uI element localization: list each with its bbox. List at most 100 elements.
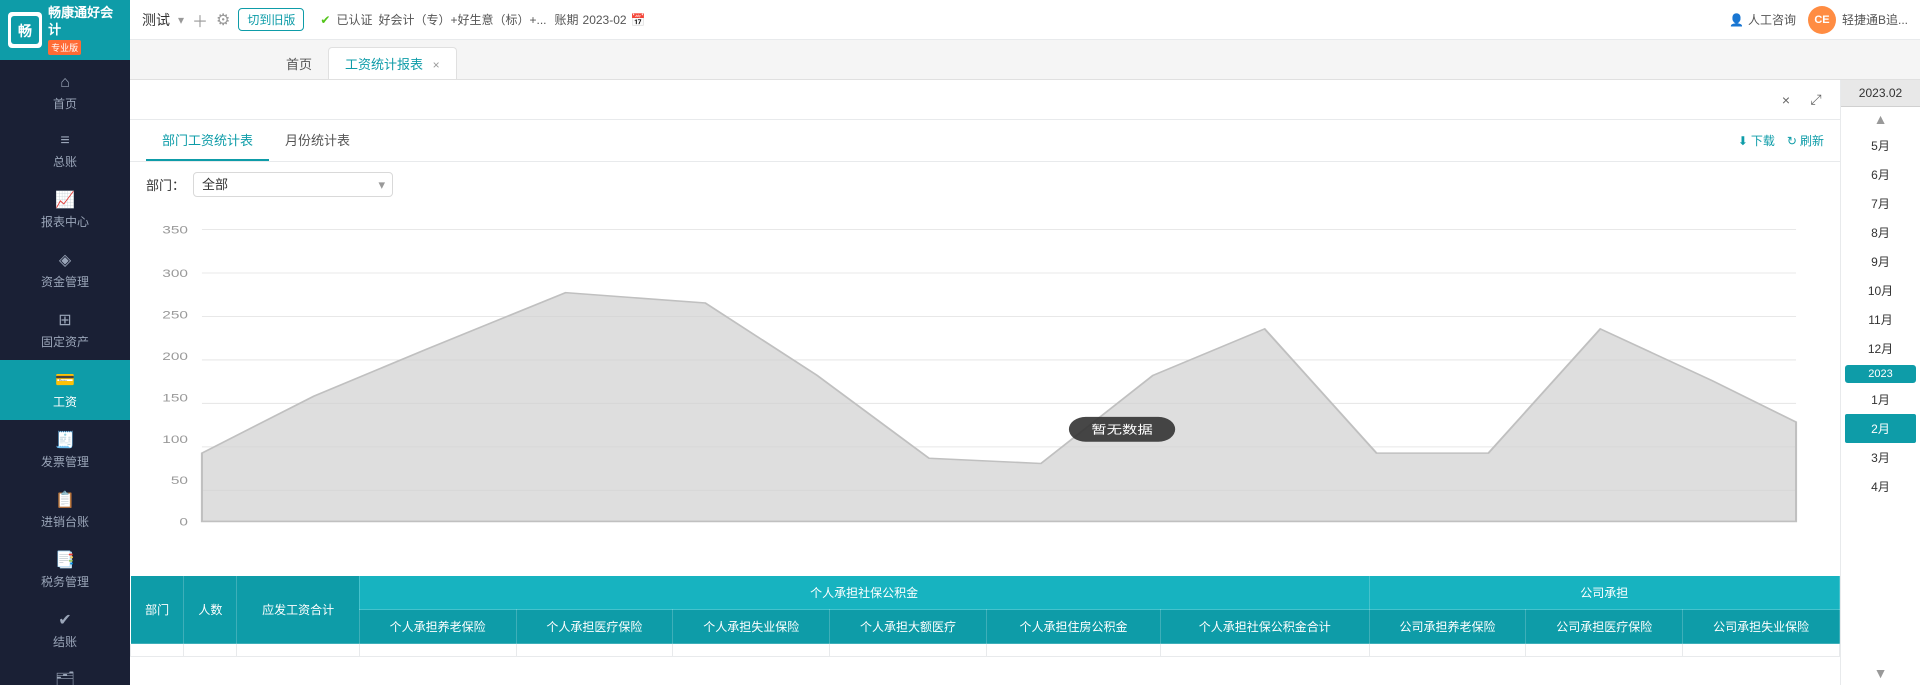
date-item-oct[interactable]: 10月	[1841, 276, 1920, 305]
invoice-icon: 🧾	[55, 430, 75, 450]
date-item-aug[interactable]: 8月	[1841, 218, 1920, 247]
svg-text:50: 50	[171, 474, 188, 487]
sub-tabs-actions: ⬇ 下载 ↻ 刷新	[1738, 132, 1824, 149]
date-item-jul[interactable]: 7月	[1841, 189, 1920, 218]
sidebar-item-sales[interactable]: 📋 进销台账	[0, 480, 130, 540]
refresh-icon: ↻	[1787, 134, 1797, 148]
date-item-mar[interactable]: 3月	[1841, 443, 1920, 472]
th-company-unemployment: 公司承担失业保险	[1683, 610, 1840, 644]
tab-home[interactable]: 首页	[270, 48, 328, 79]
table-area: 部门 人数 应发工资合计 个人承担社保公积金 公司承担 个人承担养老保险 个人承…	[130, 575, 1840, 685]
td-dept	[131, 644, 184, 657]
reports-icon: 📈	[55, 190, 75, 210]
topbar-tags: ✔ 已认证 好会计（专）+好生意（标）+...	[320, 11, 546, 28]
assets-icon: ⊞	[58, 310, 71, 330]
date-item-jun[interactable]: 6月	[1841, 160, 1920, 189]
help-label: 人工咨询	[1748, 11, 1796, 28]
table-wrapper[interactable]: 部门 人数 应发工资合计 个人承担社保公积金 公司承担 个人承担养老保险 个人承…	[130, 575, 1840, 685]
date-item-dec[interactable]: 12月	[1841, 334, 1920, 363]
sidebar-item-tax[interactable]: 📑 税务管理	[0, 540, 130, 600]
sidebar-label-settlement: 结账	[53, 633, 77, 650]
sidebar-nav: ⌂ 首页 ≡ 总账 📈 报表中心 ◈ 资金管理 ⊞ 固定资产 💳 工资	[0, 60, 130, 685]
sidebar-label-ledger: 总账	[53, 153, 77, 170]
chart-area: 350 300 250 200 150 100 50 0	[130, 207, 1840, 575]
th-personal-pension: 个人承担养老保险	[359, 610, 516, 644]
sidebar-item-salary[interactable]: 💳 工资	[0, 360, 130, 420]
tab-monthly-salary[interactable]: 月份统计表	[269, 120, 366, 161]
svg-text:250: 250	[162, 308, 188, 321]
avatar-initials: CE	[1814, 14, 1829, 26]
download-button[interactable]: ⬇ 下载	[1738, 132, 1775, 149]
th-total-salary: 应发工资合计	[237, 576, 359, 644]
svg-text:200: 200	[162, 350, 188, 363]
refresh-button[interactable]: ↻ 刷新	[1787, 132, 1824, 149]
sub-tab-bar: 部门工资统计表 月份统计表 ⬇ 下载 ↻ 刷新	[130, 120, 1840, 162]
sidebar-label-salary: 工资	[53, 393, 77, 410]
sidebar-item-reports[interactable]: 📈 报表中心	[0, 180, 130, 240]
sidebar-item-funds[interactable]: ◈ 资金管理	[0, 240, 130, 300]
salary-table: 部门 人数 应发工资合计 个人承担社保公积金 公司承担 个人承担养老保险 个人承…	[130, 575, 1840, 657]
topbar-dropdown-arrow[interactable]: ▾	[178, 13, 184, 27]
date-panel: 2023.02 ▲ 5月 6月 7月 8月 9月 10月 11月 12月 202…	[1840, 80, 1920, 685]
topbar-period: 账期 2023-02 📅	[555, 11, 646, 28]
main-area: 测试 ▾ ＋ ⚙ 切到旧版 ✔ 已认证 好会计（专）+好生意（标）+... 账期…	[130, 0, 1920, 685]
svg-text:150: 150	[162, 391, 188, 404]
date-panel-header: 2023.02	[1841, 80, 1920, 107]
sidebar-label-tax: 税务管理	[41, 573, 89, 590]
home-icon: ⌂	[60, 74, 70, 92]
user-avatar: CE	[1808, 6, 1836, 34]
sidebar-item-settlement[interactable]: ✔ 结账	[0, 600, 130, 660]
date-item-sep[interactable]: 9月	[1841, 247, 1920, 276]
help-button[interactable]: 👤 人工咨询	[1729, 11, 1796, 28]
td-company-unemployment	[1683, 644, 1840, 657]
th-personal-insurance-group: 个人承担社保公积金	[359, 576, 1369, 610]
sidebar-item-invoice[interactable]: 🧾 发票管理	[0, 420, 130, 480]
date-item-nov[interactable]: 11月	[1841, 305, 1920, 334]
period-value: 2023-02	[583, 13, 627, 27]
sidebar-label-funds: 资金管理	[41, 273, 89, 290]
salary-icon: 💳	[55, 370, 75, 390]
th-company-pension: 公司承担养老保险	[1369, 610, 1526, 644]
topbar: 测试 ▾ ＋ ⚙ 切到旧版 ✔ 已认证 好会计（专）+好生意（标）+... 账期…	[130, 0, 1920, 40]
tab-salary-report[interactable]: 工资统计报表 ×	[328, 47, 457, 79]
sidebar-label-reports: 报表中心	[41, 213, 89, 230]
dept-select[interactable]: 全部 财务部 销售部 技术部 人事部	[193, 172, 393, 197]
content-area: × ⤢ 部门工资统计表 月份统计表 ⬇ 下载 ↻	[130, 80, 1920, 685]
archive-icon: 🗂	[55, 670, 75, 685]
date-item-jan[interactable]: 1月	[1841, 385, 1920, 414]
panel-top: × ⤢	[130, 80, 1840, 120]
date-item-feb-active[interactable]: 2月	[1845, 414, 1916, 443]
window-controls: × ⤢	[1774, 88, 1828, 112]
tab-dept-salary[interactable]: 部门工资统计表	[146, 120, 269, 161]
svg-text:畅: 畅	[18, 23, 32, 39]
sidebar-label-invoice: 发票管理	[41, 453, 89, 470]
date-panel-down-button[interactable]: ▼	[1841, 661, 1920, 685]
user-menu[interactable]: CE 轻捷通B追...	[1808, 6, 1908, 34]
svg-text:350: 350	[162, 224, 188, 237]
filter-bar: 部门： 全部 财务部 销售部 技术部 人事部 ▾	[130, 162, 1840, 207]
table-row	[131, 644, 1840, 657]
date-item-may[interactable]: 5月	[1841, 131, 1920, 160]
td-personal-pension	[359, 644, 516, 657]
close-window-button[interactable]: ×	[1774, 88, 1798, 112]
sidebar-item-archive[interactable]: 🗂 归档管理	[0, 660, 130, 685]
sidebar-label-assets: 固定资产	[41, 333, 89, 350]
tab-close-button[interactable]: ×	[433, 58, 440, 72]
date-item-apr[interactable]: 4月	[1841, 472, 1920, 501]
th-company-insurance-group: 公司承担	[1369, 576, 1839, 610]
maximize-window-button[interactable]: ⤢	[1804, 88, 1828, 112]
certified-label: 已认证	[336, 11, 372, 28]
sidebar-item-ledger[interactable]: ≡ 总账	[0, 122, 130, 180]
topbar-add-button[interactable]: ＋	[192, 8, 208, 32]
calendar-icon[interactable]: 📅	[631, 13, 646, 27]
th-dept: 部门	[131, 576, 184, 644]
switch-to-old-button[interactable]: 切到旧版	[238, 8, 304, 31]
period-label: 账期	[555, 11, 579, 28]
td-count	[184, 644, 237, 657]
topbar-settings-button[interactable]: ⚙	[216, 10, 230, 30]
td-personal-total	[1160, 644, 1369, 657]
date-panel-up-button[interactable]: ▲	[1841, 107, 1920, 131]
td-personal-unemployment	[673, 644, 830, 657]
sidebar-item-home[interactable]: ⌂ 首页	[0, 64, 130, 122]
sidebar-item-assets[interactable]: ⊞ 固定资产	[0, 300, 130, 360]
